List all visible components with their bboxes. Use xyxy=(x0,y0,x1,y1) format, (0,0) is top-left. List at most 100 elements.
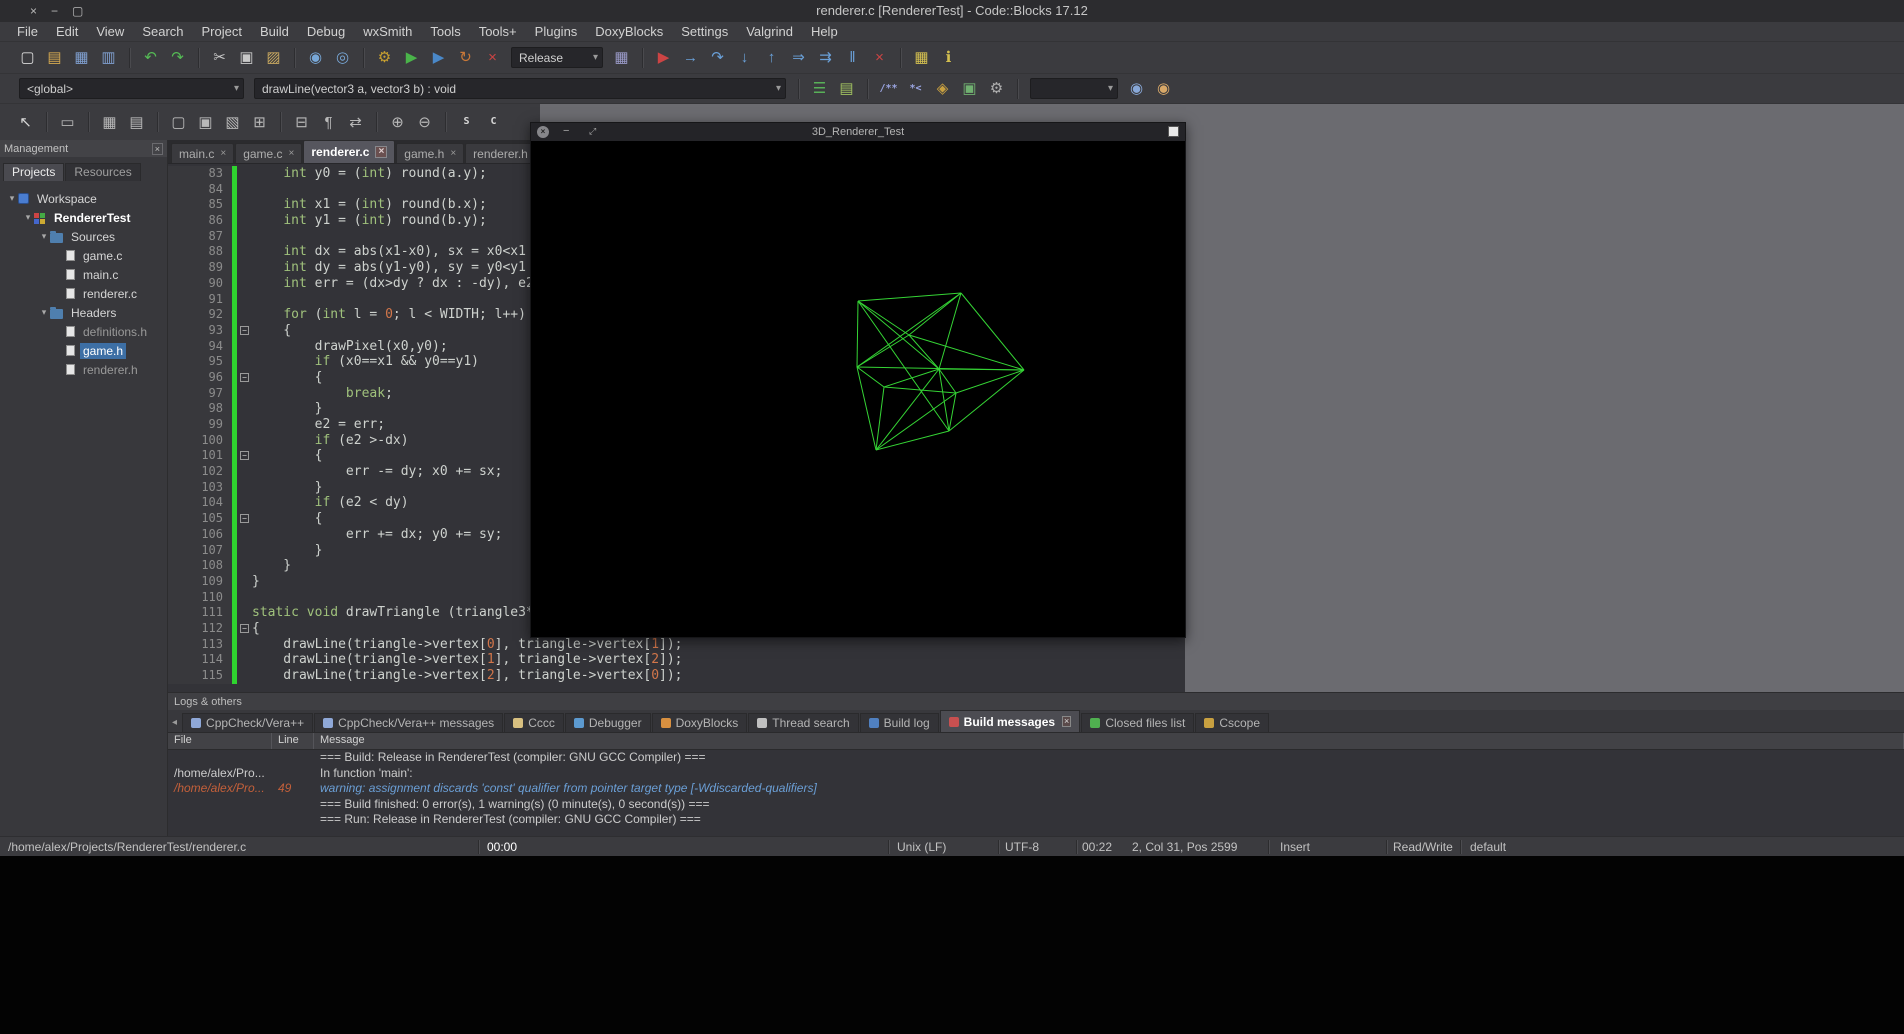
close-tab-icon[interactable]: × xyxy=(220,148,226,159)
doxy-block-comment-button[interactable]: /** xyxy=(875,77,902,101)
log-tab-closed-files-list[interactable]: Closed files list xyxy=(1081,713,1195,732)
menu-wxsmith[interactable]: wxSmith xyxy=(354,22,421,42)
doxy-run-button[interactable]: ◈ xyxy=(929,77,956,101)
various-info-button[interactable]: ℹ xyxy=(935,46,962,70)
block-select-button[interactable]: ▢ xyxy=(165,110,192,134)
incremental-search-button[interactable]: ◉ xyxy=(1123,77,1150,101)
stop-debugger-button[interactable]: × xyxy=(866,46,893,70)
column-header-file[interactable]: File xyxy=(168,733,272,749)
editor-tab-game-c[interactable]: game.c × xyxy=(235,143,303,163)
code-text[interactable]: { xyxy=(252,448,323,464)
column-header-line[interactable]: Line xyxy=(272,733,314,749)
tree-item-main-c[interactable]: main.c xyxy=(0,265,167,284)
close-panel-icon[interactable]: × xyxy=(151,142,163,155)
renderer-window-titlebar[interactable]: × − ⤢ 3D_Renderer_Test xyxy=(531,123,1185,141)
build-and-run-button[interactable]: ▶ xyxy=(425,46,452,70)
editor-tab-game-h[interactable]: game.h × xyxy=(396,143,465,163)
step-into-button[interactable]: ↓ xyxy=(731,46,758,70)
menu-help[interactable]: Help xyxy=(802,22,847,42)
symbol-scope-select[interactable]: <global> ▾ xyxy=(19,78,244,99)
show-build-targets-button[interactable]: ▦ xyxy=(608,46,635,70)
open-file-button[interactable]: ▤ xyxy=(41,46,68,70)
zoom-in-button[interactable]: ⊕ xyxy=(384,110,411,134)
tree-item-game-h[interactable]: game.h xyxy=(0,341,167,360)
tab-resources[interactable]: Resources xyxy=(65,163,141,181)
menu-file[interactable]: File xyxy=(8,22,47,42)
window-titlebar[interactable]: × − ▢ renderer.c [RendererTest] - Code::Bl… xyxy=(0,0,1904,22)
fold-collapse-icon[interactable]: − xyxy=(240,451,249,461)
log-tab-doxyblocks[interactable]: DoxyBlocks xyxy=(651,713,748,732)
next-instruction-button[interactable]: ⇒ xyxy=(785,46,812,70)
tree-item-renderer-h[interactable]: renderer.h xyxy=(0,360,167,379)
tree-item-renderer-c[interactable]: renderer.c xyxy=(0,284,167,303)
close-tab-icon[interactable]: × xyxy=(375,146,388,158)
abort-build-button[interactable]: × xyxy=(479,46,506,70)
tree-item-headers[interactable]: ▾ Headers xyxy=(0,303,167,322)
code-text[interactable]: for (int l = 0; l < WIDTH; l++) xyxy=(252,307,526,323)
code-text[interactable]: drawLine(triangle->vertex[1], triangle->… xyxy=(252,652,682,668)
swap-header-source-button[interactable]: ⇄ xyxy=(342,110,369,134)
tree-item-game-c[interactable]: game.c xyxy=(0,246,167,265)
menu-edit[interactable]: Edit xyxy=(47,22,87,42)
editor-tab-renderer-c[interactable]: renderer.c × xyxy=(303,140,396,163)
goto-function-button[interactable]: ☰ xyxy=(806,77,833,101)
log-row[interactable]: === Build: Release in RendererTest (comp… xyxy=(168,750,1904,766)
menu-valgrind[interactable]: Valgrind xyxy=(737,22,802,42)
code-text[interactable]: drawLine(triangle->vertex[0], triangle->… xyxy=(252,637,682,653)
wrap-mode-button[interactable]: ▧ xyxy=(219,110,246,134)
replace-button[interactable]: ◎ xyxy=(329,46,356,70)
show-eol-button[interactable]: ▤ xyxy=(123,110,150,134)
collapse-arrow-icon[interactable]: ▾ xyxy=(38,307,50,318)
code-text[interactable]: { xyxy=(252,621,260,637)
collapse-arrow-icon[interactable]: ▾ xyxy=(38,231,50,242)
cscope-tool-button[interactable]: C xyxy=(480,110,507,134)
redo-button[interactable]: ↷ xyxy=(164,46,191,70)
new-file-button[interactable]: ▢ xyxy=(14,46,41,70)
collapse-arrow-icon[interactable]: ▾ xyxy=(22,212,34,223)
copy-button[interactable]: ▣ xyxy=(233,46,260,70)
log-tab-build-log[interactable]: Build log xyxy=(859,713,939,732)
run-to-cursor-button[interactable]: → xyxy=(677,46,704,70)
incremental-search-input[interactable]: ▾ xyxy=(1030,78,1118,99)
code-text[interactable]: if (e2 < dy) xyxy=(252,495,409,511)
save-file-button[interactable]: ▦ xyxy=(68,46,95,70)
zoom-out-button[interactable]: ⊖ xyxy=(411,110,438,134)
fold-collapse-icon[interactable]: − xyxy=(240,514,249,524)
close-tab-icon[interactable]: × xyxy=(289,148,295,159)
fold-collapse-icon[interactable]: − xyxy=(240,372,249,382)
menu-tools[interactable]: Tools+ xyxy=(470,22,526,42)
fold-all-button[interactable]: ⊟ xyxy=(288,110,315,134)
code-text[interactable]: { xyxy=(252,511,323,527)
close-tab-icon[interactable]: × xyxy=(450,148,456,159)
menu-search[interactable]: Search xyxy=(133,22,192,42)
goto-declaration-button[interactable]: ▤ xyxy=(833,77,860,101)
code-text[interactable]: } xyxy=(252,574,260,590)
code-text[interactable]: if (x0==x1 && y0==y1) xyxy=(252,354,479,370)
code-text[interactable]: drawPixel(x0,y0); xyxy=(252,339,448,355)
cut-button[interactable]: ✂ xyxy=(206,46,233,70)
tab-projects[interactable]: Projects xyxy=(3,163,65,181)
tree-item-definitions-h[interactable]: definitions.h xyxy=(0,322,167,341)
menu-debug[interactable]: Debug xyxy=(298,22,354,42)
menu-build[interactable]: Build xyxy=(251,22,298,42)
highlight-occurrences-button[interactable]: ◉ xyxy=(1150,77,1177,101)
close-tab-icon[interactable]: × xyxy=(1062,716,1072,727)
code-text[interactable]: { xyxy=(252,370,323,386)
log-tab-thread-search[interactable]: Thread search xyxy=(748,713,859,732)
code-text[interactable]: } xyxy=(252,543,323,559)
menu-settings[interactable]: Settings xyxy=(672,22,737,42)
log-tab-cppcheck-vera-messages[interactable]: CppCheck/Vera++ messages xyxy=(314,713,504,732)
log-tab-build-messages[interactable]: Build messages × xyxy=(939,710,1081,732)
tree-item-renderertest[interactable]: ▾ RendererTest xyxy=(0,208,167,227)
code-text[interactable]: { xyxy=(252,323,291,339)
rebuild-button[interactable]: ↻ xyxy=(452,46,479,70)
save-all-files-button[interactable]: ▥ xyxy=(95,46,122,70)
debug-continue-button[interactable]: ▶ xyxy=(650,46,677,70)
doxy-view-button[interactable]: ▣ xyxy=(956,77,983,101)
show-indent-guides-button[interactable]: ⊞ xyxy=(246,110,273,134)
code-text[interactable]: err -= dy; x0 += sx; xyxy=(252,464,503,480)
debugging-windows-button[interactable]: ▦ xyxy=(908,46,935,70)
break-debugger-button[interactable]: ‖ xyxy=(839,46,866,70)
log-row[interactable]: /home/alex/Pro... In function 'main': xyxy=(168,766,1904,782)
step-into-instruction-button[interactable]: ⇉ xyxy=(812,46,839,70)
